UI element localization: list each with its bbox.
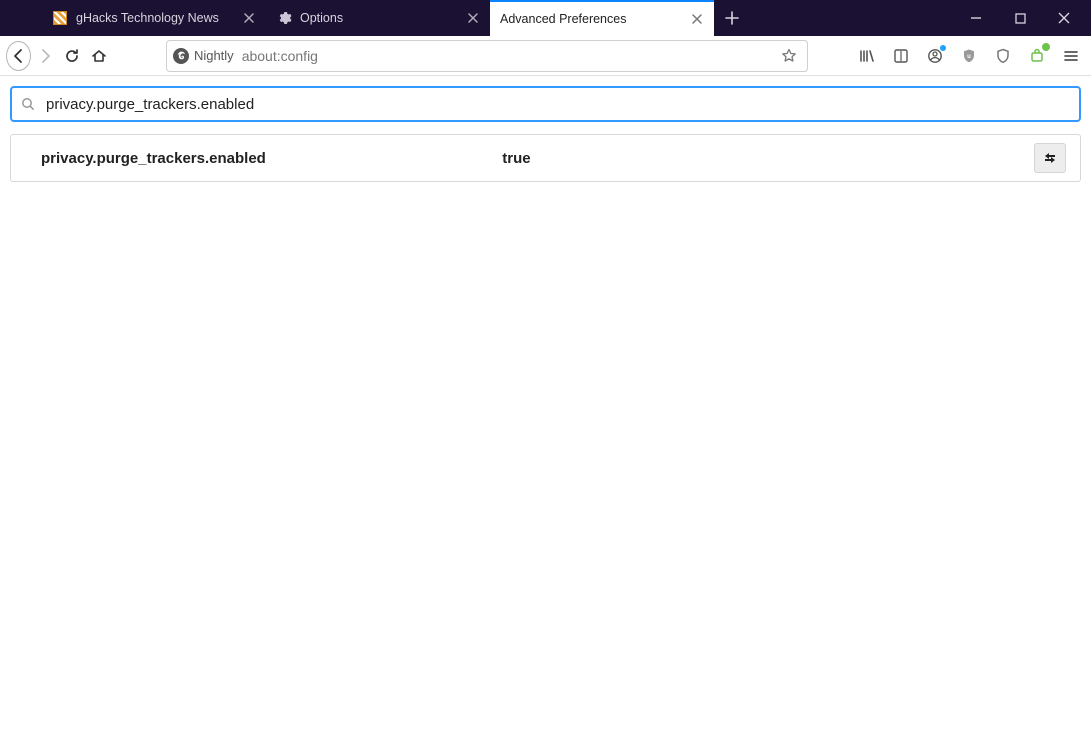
firefox-icon — [173, 48, 189, 64]
tabs-row: gHacks Technology News Options Advanced … — [42, 0, 949, 36]
protection-shield-icon[interactable] — [989, 42, 1017, 70]
aboutconfig-content: privacy.purge_trackers.enabled true — [0, 76, 1091, 192]
nav-toolbar: Nightly about:config u — [0, 36, 1091, 76]
back-button[interactable] — [6, 41, 31, 71]
home-button[interactable] — [86, 41, 111, 71]
favicon-ghacks — [52, 10, 68, 26]
close-tab-icon[interactable] — [688, 10, 706, 28]
svg-text:u: u — [967, 54, 971, 60]
pref-row[interactable]: privacy.purge_trackers.enabled true — [11, 135, 1080, 181]
close-tab-icon[interactable] — [464, 9, 482, 27]
close-tab-icon[interactable] — [240, 9, 258, 27]
tab-title: Advanced Preferences — [500, 12, 688, 26]
url-text: about:config — [242, 48, 769, 64]
reload-button[interactable] — [60, 41, 85, 71]
search-icon — [20, 97, 36, 111]
titlebar: gHacks Technology News Options Advanced … — [0, 0, 1091, 36]
identity-box[interactable]: Nightly — [173, 48, 234, 64]
ublock-shield-icon[interactable]: u — [955, 42, 983, 70]
tab-advanced-preferences[interactable]: Advanced Preferences — [490, 0, 714, 36]
maximize-button[interactable] — [1001, 4, 1039, 32]
tab-options[interactable]: Options — [266, 0, 490, 36]
urlbar[interactable]: Nightly about:config — [166, 40, 808, 72]
forward-button[interactable] — [33, 41, 58, 71]
toolbar-icons: u — [853, 42, 1085, 70]
pref-table: privacy.purge_trackers.enabled true — [10, 134, 1081, 182]
tab-ghacks[interactable]: gHacks Technology News — [42, 0, 266, 36]
extension-icon[interactable] — [1023, 42, 1051, 70]
library-icon[interactable] — [853, 42, 881, 70]
tab-title: gHacks Technology News — [76, 11, 240, 25]
pref-value: true — [502, 150, 1034, 167]
identity-label: Nightly — [194, 48, 234, 63]
bookmark-star-icon[interactable] — [777, 44, 801, 68]
toggle-pref-button[interactable] — [1034, 143, 1066, 173]
pref-name: privacy.purge_trackers.enabled — [41, 150, 502, 167]
account-icon[interactable] — [921, 42, 949, 70]
titlebar-drag-space — [0, 0, 42, 36]
close-window-button[interactable] — [1045, 4, 1083, 32]
minimize-button[interactable] — [957, 4, 995, 32]
menu-icon[interactable] — [1057, 42, 1085, 70]
tab-title: Options — [300, 11, 464, 25]
window-controls — [949, 0, 1091, 36]
gear-icon — [276, 10, 292, 26]
new-tab-button[interactable] — [714, 0, 750, 36]
pref-search-input[interactable] — [44, 95, 1071, 114]
pref-search-box[interactable] — [10, 86, 1081, 122]
reader-view-icon[interactable] — [887, 42, 915, 70]
